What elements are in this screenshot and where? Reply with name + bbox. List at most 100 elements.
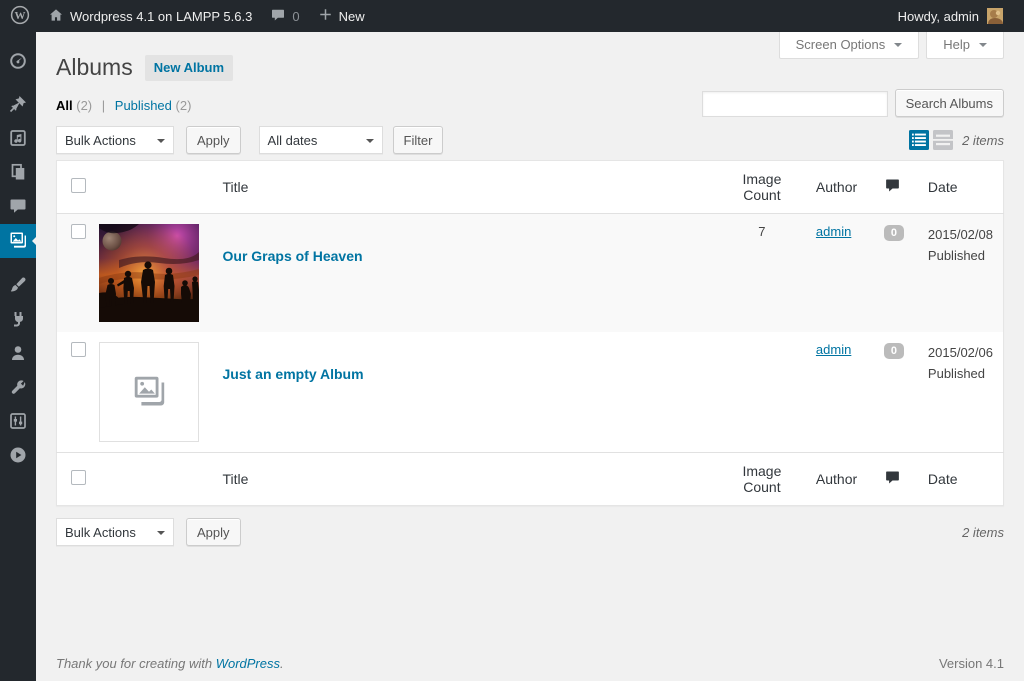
admin-bar-comment-count: 0 [292, 8, 300, 24]
sidebar-item-video[interactable] [0, 439, 36, 473]
search-input[interactable] [701, 91, 888, 117]
settings-icon [8, 411, 28, 434]
comment-count-bubble[interactable]: 0 [883, 225, 905, 241]
wordpress-footer-link[interactable]: WordPress [216, 656, 280, 671]
new-label: New [338, 8, 365, 24]
sidebar-item-dashboard[interactable] [0, 45, 36, 79]
footer-thanks: Thank you for creating with WordPress. [56, 656, 284, 671]
wordpress-logo: W [10, 5, 30, 28]
sidebar-item-pages[interactable] [0, 156, 36, 190]
apply-button-bottom[interactable]: Apply [186, 518, 241, 546]
table-header-row: Title Image Count Author Date [56, 160, 1004, 214]
help-label: Help [943, 37, 970, 52]
bulk-actions-select[interactable]: Bulk Actions [56, 126, 174, 154]
screen-meta: Screen Options Help [778, 32, 1004, 59]
items-count: 2 items [962, 132, 1004, 148]
bulk-actions-select-bottom[interactable]: Bulk Actions [56, 518, 174, 546]
pin-icon [8, 94, 28, 117]
dashboard-icon [8, 51, 28, 74]
sidebar-item-tools[interactable] [0, 371, 36, 405]
gallery-icon [130, 372, 168, 413]
select-all-checkbox[interactable] [71, 470, 86, 485]
sidebar-item-appearance[interactable] [0, 269, 36, 303]
album-title-link[interactable]: Just an empty Album [223, 366, 364, 382]
user-icon [8, 343, 28, 366]
all-dates-select[interactable]: All dates [258, 126, 383, 154]
author-link[interactable]: admin [816, 342, 851, 357]
chevron-down-icon [894, 42, 903, 51]
sidebar-item-posts[interactable] [0, 88, 36, 122]
sidebar-item-media[interactable] [0, 122, 36, 156]
help-tab[interactable]: Help [926, 32, 1004, 59]
admin-bar: W Wordpress 4.1 on LAMPP 5.6.3 0 New How… [0, 0, 1024, 32]
gallery-icon [8, 230, 28, 253]
new-content-button[interactable]: New [309, 0, 374, 32]
image-count-value [718, 332, 806, 453]
view-switch [909, 130, 954, 150]
new-album-button[interactable]: New Album [144, 54, 234, 81]
filter-separator: | [101, 98, 106, 113]
pages-icon [8, 162, 28, 185]
wrench-icon [8, 377, 28, 400]
column-author: Author [805, 160, 874, 214]
excerpt-view-icon[interactable] [933, 130, 954, 150]
admin-sidebar [0, 32, 36, 681]
items-count-bottom: 2 items [962, 524, 1004, 540]
media-icon [8, 128, 28, 151]
status-filter-links: All (2) | Published (2) [56, 98, 191, 117]
admin-footer: Thank you for creating with WordPress. V… [56, 656, 1004, 671]
howdy-account-link[interactable]: Howdy, admin [889, 0, 1012, 32]
filter-button[interactable]: Filter [392, 126, 444, 154]
date-cell: 2015/02/06 Published [918, 332, 1004, 453]
column-date: Date [917, 452, 1004, 506]
album-status: Published [927, 366, 986, 381]
comments-icon [884, 179, 901, 197]
column-comments [873, 160, 918, 214]
album-row: Just an empty Album admin 0 2015/02/06 P… [57, 332, 1004, 453]
filter-published-link[interactable]: Published [115, 98, 172, 113]
site-name-link[interactable]: Wordpress 4.1 on LAMPP 5.6.3 [39, 0, 261, 32]
comments-icon [884, 471, 901, 489]
column-title: Title [212, 160, 718, 214]
avatar [987, 8, 1003, 24]
filter-all-link[interactable]: All [56, 98, 73, 113]
apply-button[interactable]: Apply [186, 126, 241, 154]
plug-icon [8, 309, 28, 332]
footer-version: Version 4.1 [938, 656, 1004, 671]
play-circle-icon [8, 445, 28, 468]
wordpress-logo-menu[interactable]: W [0, 0, 39, 32]
column-title: Title [212, 452, 718, 506]
svg-text:W: W [15, 9, 26, 21]
column-image-count: Image Count [717, 160, 806, 214]
sidebar-item-settings[interactable] [0, 405, 36, 439]
album-date: 2015/02/06 [927, 345, 993, 360]
row-checkbox[interactable] [71, 224, 86, 239]
screen-options-tab[interactable]: Screen Options [778, 32, 920, 59]
search-albums-button[interactable]: Search Albums [894, 89, 1004, 117]
list-view-icon[interactable] [909, 130, 930, 150]
howdy-label: Howdy, admin [897, 8, 979, 24]
row-checkbox[interactable] [71, 342, 86, 357]
chevron-down-icon [979, 42, 987, 51]
select-all-checkbox[interactable] [71, 178, 86, 193]
home-icon [48, 7, 64, 26]
album-title-link[interactable]: Our Graps of Heaven [223, 248, 363, 264]
site-name-label: Wordpress 4.1 on LAMPP 5.6.3 [70, 8, 253, 24]
sidebar-item-comments[interactable] [0, 190, 36, 224]
album-thumbnail[interactable] [98, 224, 199, 322]
sidebar-item-albums[interactable] [0, 224, 36, 258]
album-status: Published [927, 248, 986, 263]
filter-all-count: (2) [76, 98, 93, 113]
comment-count-bubble[interactable]: 0 [883, 343, 905, 359]
author-link[interactable]: admin [816, 224, 851, 239]
album-row: Our Graps of Heaven 7 admin 0 2015/02/08… [56, 213, 1004, 332]
column-author: Author [805, 452, 874, 506]
column-image-count: Image Count [717, 452, 806, 506]
sidebar-item-users[interactable] [0, 337, 36, 371]
plus-icon [318, 7, 333, 25]
comments-icon [270, 7, 286, 26]
image-count-value: 7 [758, 224, 766, 239]
admin-bar-comments-link[interactable]: 0 [261, 0, 308, 32]
empty-album-thumbnail[interactable] [98, 342, 199, 442]
sidebar-item-plugins[interactable] [0, 303, 36, 337]
